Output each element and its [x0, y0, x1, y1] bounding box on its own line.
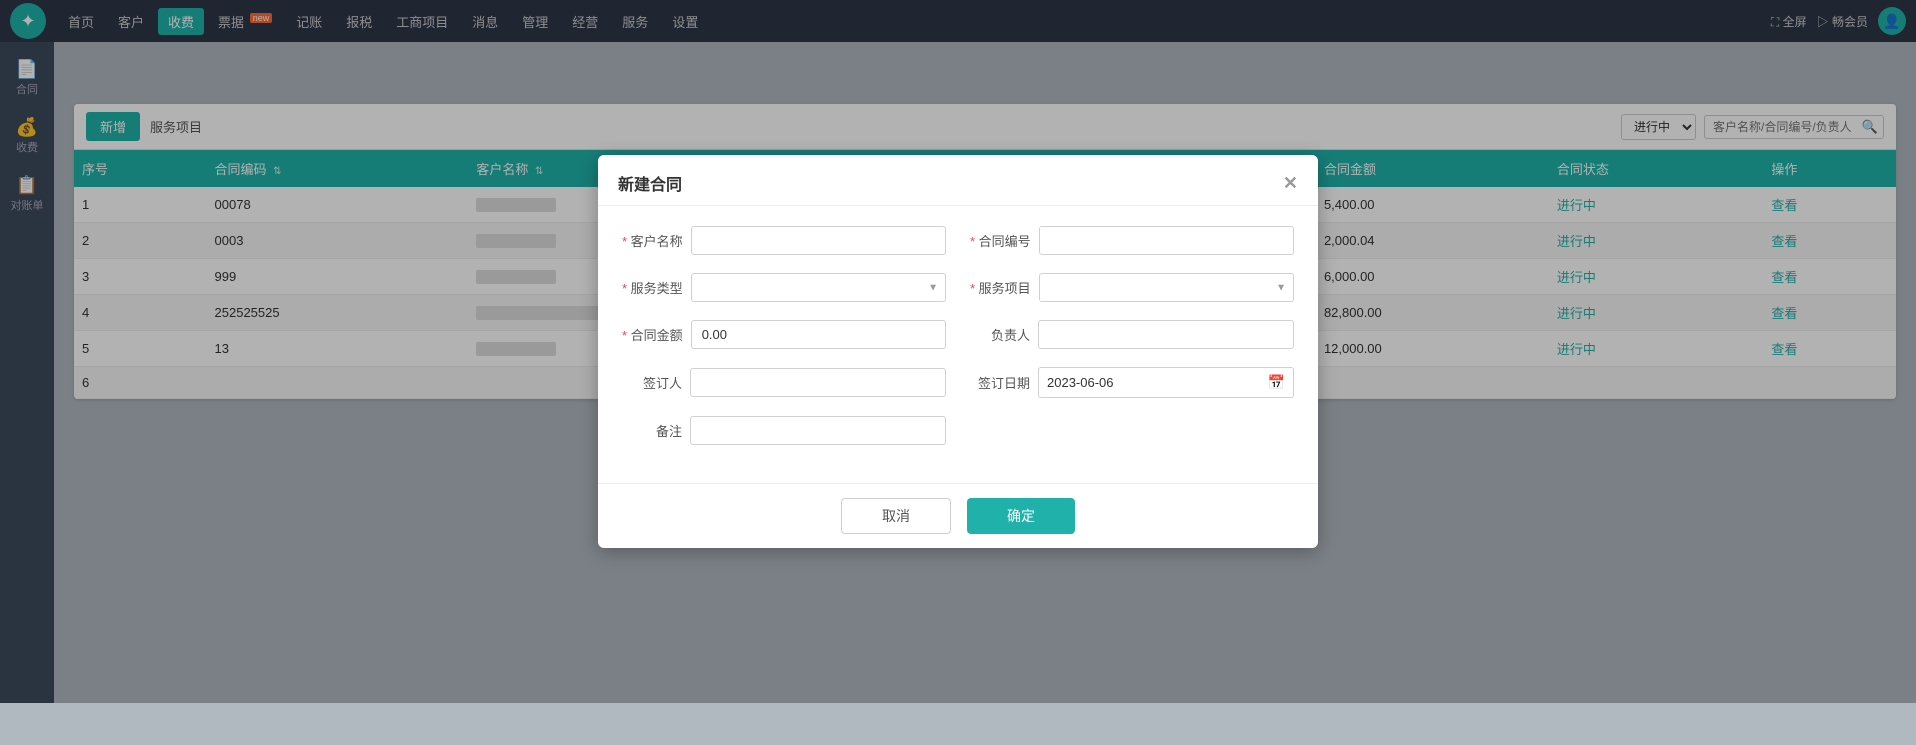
- sign-date-input-wrapper: 📅: [1038, 367, 1294, 398]
- contract-amount-group: 合同金额: [622, 320, 946, 349]
- service-item-select-wrapper: ▼: [1039, 273, 1294, 302]
- customer-name-input[interactable]: [691, 226, 946, 255]
- form-row-2: 服务类型 ▼ 服务项目 ▼: [622, 273, 1294, 302]
- remark-input[interactable]: [690, 416, 946, 445]
- service-item-select[interactable]: [1039, 273, 1294, 302]
- service-item-group: 服务项目 ▼: [970, 273, 1294, 302]
- responsible-input[interactable]: [1038, 320, 1294, 349]
- signer-label: 签订人: [622, 373, 682, 392]
- modal-close-button[interactable]: ✕: [1283, 174, 1298, 192]
- form-row-4: 签订人 签订日期 📅: [622, 367, 1294, 398]
- sign-date-group: 签订日期 📅: [970, 367, 1294, 398]
- modal-overlay: 新建合同 ✕ 客户名称 合同编号 服务类型: [0, 0, 1916, 703]
- customer-name-label: 客户名称: [622, 231, 683, 250]
- sign-date-label: 签订日期: [970, 373, 1030, 392]
- cancel-button[interactable]: 取消: [841, 498, 951, 534]
- form-row-5: 备注: [622, 416, 1294, 445]
- signer-group: 签订人: [622, 367, 946, 398]
- contract-amount-input[interactable]: [691, 320, 946, 349]
- sign-date-input[interactable]: [1047, 375, 1268, 390]
- responsible-label: 负责人: [970, 325, 1030, 344]
- modal-body: 客户名称 合同编号 服务类型 ▼ 服务项目: [598, 206, 1318, 483]
- modal-footer: 取消 确定: [598, 483, 1318, 548]
- confirm-button[interactable]: 确定: [967, 498, 1075, 534]
- remark-group: 备注: [622, 416, 946, 445]
- responsible-group: 负责人: [970, 320, 1294, 349]
- remark-label: 备注: [622, 421, 682, 440]
- service-item-label: 服务项目: [970, 278, 1031, 297]
- service-type-select[interactable]: [691, 273, 946, 302]
- signer-input[interactable]: [690, 368, 946, 397]
- contract-no-group: 合同编号: [970, 226, 1294, 255]
- form-row-1: 客户名称 合同编号: [622, 226, 1294, 255]
- contract-no-label: 合同编号: [970, 231, 1031, 250]
- contract-amount-label: 合同金额: [622, 325, 683, 344]
- modal-header: 新建合同 ✕: [598, 155, 1318, 206]
- form-row-3: 合同金额 负责人: [622, 320, 1294, 349]
- calendar-icon[interactable]: 📅: [1268, 374, 1285, 391]
- service-type-label: 服务类型: [622, 278, 683, 297]
- service-type-select-wrapper: ▼: [691, 273, 946, 302]
- service-type-group: 服务类型 ▼: [622, 273, 946, 302]
- contract-no-input[interactable]: [1039, 226, 1294, 255]
- modal-title: 新建合同: [618, 171, 682, 195]
- customer-name-group: 客户名称: [622, 226, 946, 255]
- new-contract-modal: 新建合同 ✕ 客户名称 合同编号 服务类型: [598, 155, 1318, 548]
